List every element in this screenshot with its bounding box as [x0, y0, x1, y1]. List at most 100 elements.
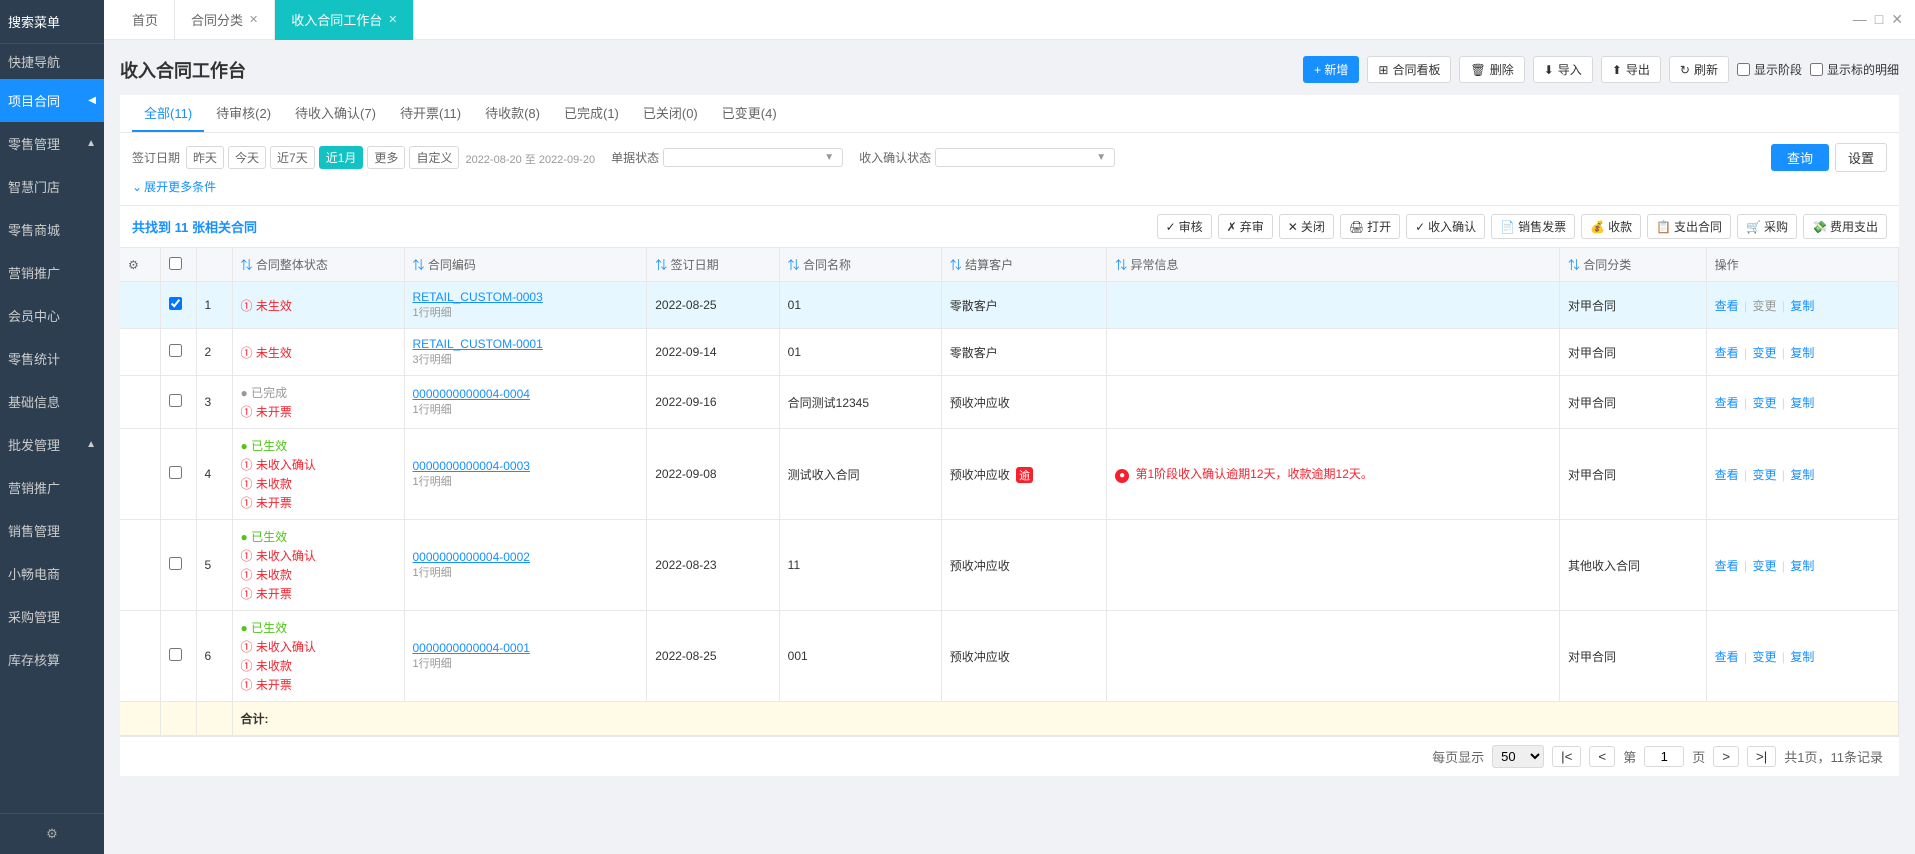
purchase-action-btn[interactable]: 🛒 采购: [1737, 214, 1797, 239]
sub-tab-all[interactable]: 全部(11): [132, 95, 204, 132]
date-btn-custom[interactable]: 自定义: [409, 146, 459, 169]
payment-btn[interactable]: 💰 收款: [1581, 214, 1641, 239]
close-window-icon[interactable]: ✕: [1891, 11, 1903, 28]
row2-view-link[interactable]: 查看: [1715, 346, 1739, 360]
sort-icon-date[interactable]: ⇅: [655, 258, 667, 272]
sidebar-nav[interactable]: 快捷导航: [0, 44, 104, 79]
print-btn[interactable]: 🖨 打开: [1340, 214, 1400, 239]
row6-copy-link[interactable]: 复制: [1790, 650, 1814, 664]
row6-checkbox[interactable]: [160, 611, 196, 702]
kanban-button[interactable]: ⊞ 合同看板: [1367, 56, 1451, 83]
row1-code-link[interactable]: RETAIL_CUSTOM-0003: [413, 290, 543, 304]
close-contract-type-icon[interactable]: ✕: [249, 13, 258, 26]
sub-tab-pending-income-confirm[interactable]: 待收入确认(7): [283, 95, 388, 132]
row4-change-link[interactable]: 变更: [1752, 468, 1776, 482]
sidebar-item-marketing2[interactable]: 营销推广: [0, 466, 104, 509]
sort-icon[interactable]: ⇅: [241, 258, 253, 272]
tab-contract-type[interactable]: 合同分类 ✕: [175, 0, 275, 40]
row3-change-link[interactable]: 变更: [1752, 396, 1776, 410]
sidebar-item-sales-mgmt[interactable]: 销售管理: [0, 509, 104, 552]
income-confirm-select[interactable]: ▼: [935, 148, 1115, 167]
row2-copy-link[interactable]: 复制: [1790, 346, 1814, 360]
row5-code-link[interactable]: 0000000000004-0002: [413, 550, 530, 564]
row5-checkbox[interactable]: [160, 520, 196, 611]
refresh-button[interactable]: ↻ 刷新: [1669, 56, 1729, 83]
doc-status-select[interactable]: ▼: [663, 148, 843, 167]
row4-copy-link[interactable]: 复制: [1790, 468, 1814, 482]
sort-icon-code[interactable]: ⇅: [413, 258, 425, 272]
prev-page-btn[interactable]: <: [1589, 746, 1615, 767]
row5-change-link[interactable]: 变更: [1752, 559, 1776, 573]
show-detail-checkbox[interactable]: 显示标的明细: [1810, 61, 1899, 78]
row3-code-link[interactable]: 0000000000004-0004: [413, 387, 530, 401]
sort-icon-abnormal[interactable]: ⇅: [1115, 258, 1127, 272]
sidebar-item-wholesale-mgmt[interactable]: 批发管理 ▲: [0, 423, 104, 466]
row3-checkbox-input[interactable]: [169, 394, 182, 407]
show-fields-checkbox[interactable]: 显示阶段: [1737, 61, 1802, 78]
row3-view-link[interactable]: 查看: [1715, 396, 1739, 410]
row6-code-link[interactable]: 0000000000004-0001: [413, 641, 530, 655]
sidebar-item-retail-stats[interactable]: 零售统计: [0, 337, 104, 380]
date-btn-more[interactable]: 更多: [367, 146, 405, 169]
expand-filter-btn[interactable]: ⌄ 展开更多条件: [132, 178, 1887, 195]
sort-icon-name[interactable]: ⇅: [788, 258, 800, 272]
minimize-icon[interactable]: —: [1853, 11, 1867, 28]
current-page-input[interactable]: [1644, 746, 1684, 767]
row3-copy-link[interactable]: 复制: [1790, 396, 1814, 410]
sidebar-item-retail-mall[interactable]: 零售商城: [0, 208, 104, 251]
sub-tab-changed[interactable]: 已变更(4): [710, 95, 789, 132]
row6-view-link[interactable]: 查看: [1715, 650, 1739, 664]
row2-checkbox[interactable]: [160, 329, 196, 376]
sidebar-item-member[interactable]: 会员中心: [0, 294, 104, 337]
row1-view-link[interactable]: 查看: [1715, 299, 1739, 313]
query-button[interactable]: 查询: [1771, 144, 1829, 171]
select-all-checkbox[interactable]: [169, 257, 182, 270]
col-settings[interactable]: ⚙: [120, 248, 160, 282]
new-button[interactable]: + 新增: [1303, 56, 1359, 83]
sidebar-item-retail-mgmt[interactable]: 零售管理 ▲: [0, 122, 104, 165]
sidebar-item-inventory[interactable]: 库存核算: [0, 638, 104, 681]
show-fields-input[interactable]: [1737, 63, 1750, 76]
sidebar-item-marketing[interactable]: 营销推广: [0, 251, 104, 294]
row5-checkbox-input[interactable]: [169, 557, 182, 570]
sidebar-item-basic-info[interactable]: 基础信息: [0, 380, 104, 423]
date-btn-last1month[interactable]: 近1月: [319, 146, 364, 169]
sort-icon-type[interactable]: ⇅: [1568, 258, 1580, 272]
close-income-workbench-icon[interactable]: ✕: [388, 13, 397, 26]
row1-checkbox[interactable]: [160, 282, 196, 329]
export-button[interactable]: ⬆ 导出: [1601, 56, 1661, 83]
first-page-btn[interactable]: |<: [1552, 746, 1581, 767]
sidebar-settings[interactable]: ⚙: [0, 813, 104, 854]
close-btn[interactable]: ✕ 关闭: [1279, 214, 1334, 239]
setting-button[interactable]: 设置: [1835, 143, 1887, 172]
row2-code-link[interactable]: RETAIL_CUSTOM-0001: [413, 337, 543, 351]
row2-change-link[interactable]: 变更: [1752, 346, 1776, 360]
maximize-icon[interactable]: □: [1875, 11, 1883, 28]
row6-change-link[interactable]: 变更: [1752, 650, 1776, 664]
sort-icon-customer[interactable]: ⇅: [950, 258, 962, 272]
abandon-btn[interactable]: ✗ 弃审: [1218, 214, 1273, 239]
show-detail-input[interactable]: [1810, 63, 1823, 76]
row4-view-link[interactable]: 查看: [1715, 468, 1739, 482]
row4-checkbox[interactable]: [160, 429, 196, 520]
delete-button[interactable]: 🗑 删除: [1459, 56, 1524, 83]
sidebar-search[interactable]: 搜索菜单: [0, 0, 104, 44]
sub-tab-pending-invoice[interactable]: 待开票(11): [388, 95, 473, 132]
tab-home[interactable]: 首页: [116, 0, 175, 40]
row4-checkbox-input[interactable]: [169, 466, 182, 479]
sidebar-item-purchase[interactable]: 采购管理: [0, 595, 104, 638]
next-page-btn[interactable]: >: [1713, 746, 1739, 767]
sidebar-item-xiaochang[interactable]: 小畅电商: [0, 552, 104, 595]
out-contract-btn[interactable]: 📋 支出合同: [1647, 214, 1731, 239]
date-btn-today[interactable]: 今天: [228, 146, 266, 169]
sub-tab-closed[interactable]: 已关闭(0): [631, 95, 710, 132]
row1-copy-link[interactable]: 复制: [1790, 299, 1814, 313]
tab-income-workbench[interactable]: 收入合同工作台 ✕: [275, 0, 414, 40]
fee-out-btn[interactable]: 💸 费用支出: [1803, 214, 1887, 239]
sub-tab-pending-payment[interactable]: 待收款(8): [473, 95, 552, 132]
import-button[interactable]: ⬇ 导入: [1533, 56, 1593, 83]
last-page-btn[interactable]: >|: [1747, 746, 1776, 767]
row3-checkbox[interactable]: [160, 376, 196, 429]
sidebar-item-smart-store[interactable]: 智慧门店: [0, 165, 104, 208]
row2-checkbox-input[interactable]: [169, 344, 182, 357]
